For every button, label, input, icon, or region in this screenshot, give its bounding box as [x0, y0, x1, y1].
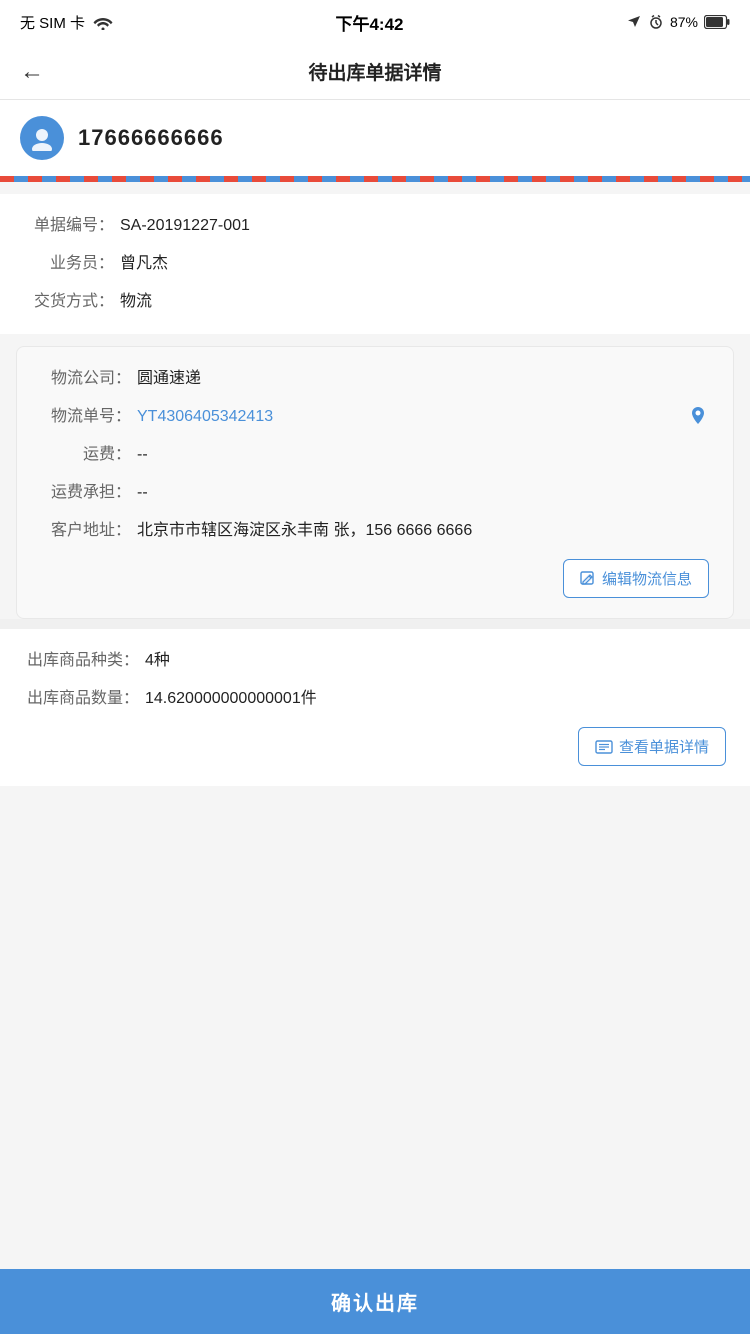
confirm-outbound-button[interactable]: 确认出库 [0, 1269, 750, 1334]
freight-value: -- [137, 443, 709, 467]
product-quantity-value: 14.620000000000001件 [145, 687, 726, 711]
logistics-section: 物流公司： 圆通速递 物流单号： YT43064053424​13 运费： --… [16, 346, 734, 619]
status-time: 下午4:42 [335, 10, 403, 35]
sim-status: 无 SIM 卡 [20, 12, 85, 33]
section-divider [0, 619, 750, 629]
logistics-company-row: 物流公司： 圆通速递 [41, 367, 709, 391]
delivery-method-row: 交货方式： 物流 [24, 290, 726, 314]
wifi-icon [93, 14, 113, 30]
customer-address-row: 客户地址： 北京市市辖区海淀区永丰南 张，156 6666 6666 [41, 519, 709, 543]
customer-address-label: 客户地址： [41, 519, 131, 543]
user-header: 17666666666 [0, 100, 750, 176]
customer-address-value: 北京市市辖区海淀区永丰南 张，156 6666 6666 [137, 519, 709, 543]
freight-row: 运费： -- [41, 443, 709, 467]
battery-icon [704, 15, 730, 29]
decorative-divider [0, 176, 750, 182]
basic-info-section: 单据编号： SA-20191227-001 业务员： 曾凡杰 交货方式： 物流 [0, 194, 750, 334]
product-type-row: 出库商品种类： 4种 [24, 649, 726, 673]
freight-label: 运费： [41, 443, 131, 467]
avatar-icon [29, 125, 55, 151]
tracking-number-row: 物流单号： YT43064053424​13 [41, 405, 709, 429]
view-btn-row: 查看单据详情 [24, 727, 726, 766]
edit-btn-row: 编辑物流信息 [41, 559, 709, 598]
view-document-label: 查看单据详情 [619, 736, 709, 757]
delivery-label: 交货方式： [24, 290, 114, 314]
nav-bar: ← 待出库单据详情 [0, 44, 750, 100]
edit-logistics-label: 编辑物流信息 [602, 568, 692, 589]
freight-bearer-value: -- [137, 481, 709, 505]
location-pin-icon[interactable] [687, 405, 709, 427]
status-left: 无 SIM 卡 [20, 12, 113, 33]
salesman-value: 曾凡杰 [120, 252, 726, 276]
freight-bearer-row: 运费承担： -- [41, 481, 709, 505]
salesman-row: 业务员： 曾凡杰 [24, 252, 726, 276]
outbound-detail-section: 出库商品种类： 4种 出库商品数量： 14.620000000000001件 查… [0, 629, 750, 786]
view-document-detail-button[interactable]: 查看单据详情 [578, 727, 726, 766]
document-number-row: 单据编号： SA-20191227-001 [24, 214, 726, 238]
user-avatar [20, 116, 64, 160]
document-number-value: SA-20191227-001 [120, 214, 726, 238]
tracking-number-label: 物流单号： [41, 405, 131, 429]
user-phone: 17666666666 [78, 125, 224, 151]
salesman-label: 业务员： [24, 252, 114, 276]
status-right: 87% [626, 14, 730, 30]
product-quantity-label: 出库商品数量： [24, 687, 139, 711]
product-type-label: 出库商品种类： [24, 649, 139, 673]
edit-logistics-button[interactable]: 编辑物流信息 [563, 559, 709, 598]
delivery-value: 物流 [120, 290, 726, 314]
freight-bearer-label: 运费承担： [41, 481, 131, 505]
product-quantity-row: 出库商品数量： 14.620000000000001件 [24, 687, 726, 711]
document-number-label: 单据编号： [24, 214, 114, 238]
page-title: 待出库单据详情 [56, 58, 694, 85]
content-spacer [0, 786, 750, 1006]
back-button[interactable]: ← [20, 50, 56, 94]
status-bar: 无 SIM 卡 下午4:42 87% [0, 0, 750, 44]
confirm-outbound-label: 确认出库 [331, 1293, 419, 1315]
alarm-icon [648, 14, 664, 30]
document-icon [595, 740, 613, 754]
logistics-company-label: 物流公司： [41, 367, 131, 391]
edit-icon [580, 571, 596, 587]
product-type-value: 4种 [145, 649, 726, 673]
location-arrow-icon [626, 14, 642, 30]
battery-percentage: 87% [670, 14, 698, 30]
tracking-number-value: YT43064053424​13 [137, 405, 677, 429]
logistics-company-value: 圆通速递 [137, 367, 709, 391]
